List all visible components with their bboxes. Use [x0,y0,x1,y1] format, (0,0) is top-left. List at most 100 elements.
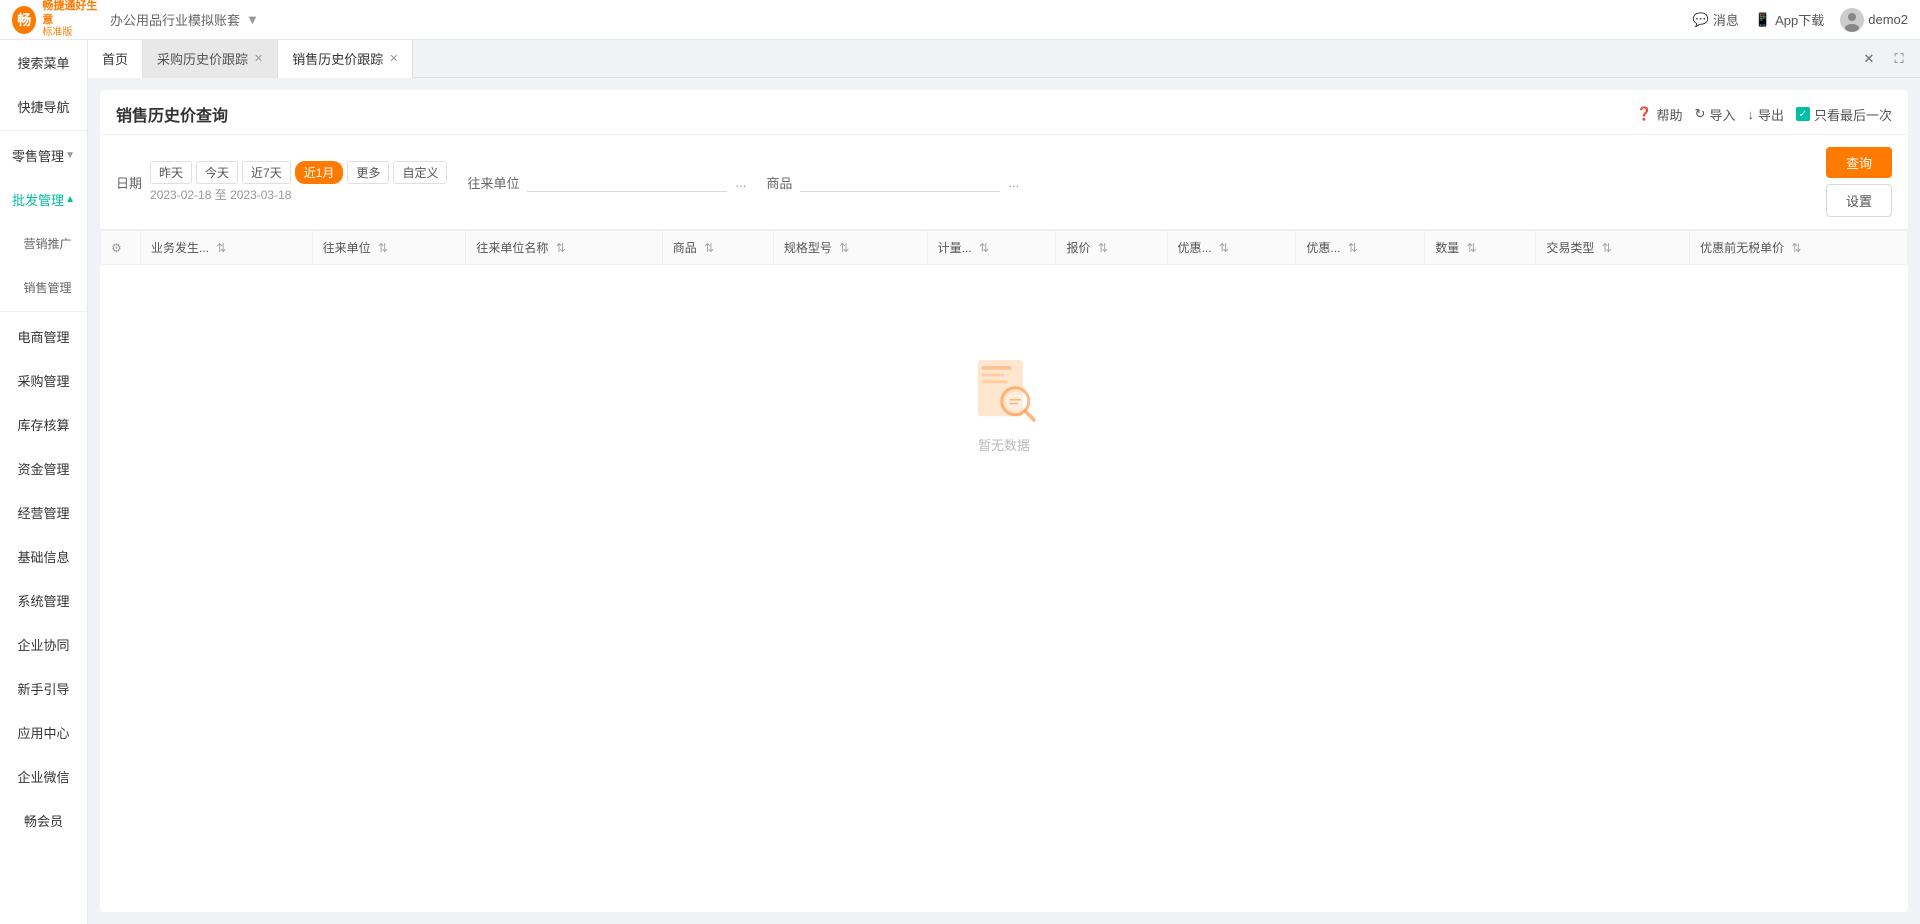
query-button[interactable]: 查询 [1826,147,1892,178]
th-discount1[interactable]: 优惠... ⇅ [1167,231,1296,265]
sidebar-item-finance-mgmt[interactable]: 资金管理 [0,446,87,490]
page-header: 销售历史价查询 ❓ 帮助 ↻ 导入 ↓ 导出 ✓ 只看最后一次 [100,90,1908,135]
top-bar: 畅 畅捷通好生意 标准版 办公用品行业模拟账套 ▼ 💬 消息 📱 App下载 d… [0,0,1920,40]
data-table: ⚙ 业务发生... ⇅ 往来单位 ⇅ 往来单位名称 ⇅ [100,230,1908,265]
product-input[interactable] [800,172,1000,192]
purchase-tab-label: 采购历史价跟踪 [157,49,248,68]
close-all-tabs-btn[interactable]: ✕ [1858,48,1880,70]
th-discount2[interactable]: 优惠... ⇅ [1296,231,1425,265]
sidebar-item-marketing[interactable]: 营销推广 [0,221,87,265]
th-partner-code[interactable]: 往来单位 ⇅ [312,231,466,265]
th-trade-type[interactable]: 交易类型 ⇅ [1536,231,1690,265]
fullscreen-btn[interactable]: ⛶ [1888,48,1910,70]
product-filter-group: 商品 ... [766,172,1019,192]
th-quote-label: 报价 [1066,241,1090,255]
date-btn-1month[interactable]: 近1月 [295,161,344,184]
th-partner-name-label: 往来单位名称 [476,241,548,255]
sidebar-item-member[interactable]: 畅会员 [0,798,87,842]
sidebar-item-ecommerce-mgmt[interactable]: 电商管理 [0,314,87,358]
sidebar-item-search-menu[interactable]: 搜索菜单 [0,40,87,84]
th-product-label: 商品 [673,241,697,255]
th-pre-tax-price-label: 优惠前无税单价 [1700,241,1784,255]
sales-tab-label: 销售历史价跟踪 [292,49,383,68]
th-spec[interactable]: 规格型号 ⇅ [773,231,927,265]
th-quote[interactable]: 报价 ⇅ [1056,231,1167,265]
filter-action-btns: 查询 设置 [1826,147,1892,217]
tab-sales-history[interactable]: 销售历史价跟踪 ✕ [278,40,413,78]
gear-icon[interactable]: ⚙ [111,241,122,255]
sidebar-item-basic-info[interactable]: 基础信息 [0,534,87,578]
tab-bar: 首页 采购历史价跟踪 ✕ 销售历史价跟踪 ✕ ✕ ⛶ [88,40,1920,78]
setting-button[interactable]: 设置 [1826,184,1892,217]
sidebar-item-enterprise-collab[interactable]: 企业协同 [0,622,87,666]
sidebar-item-retail-mgmt[interactable]: 零售管理 ▼ [0,133,87,177]
only-last-checkbox[interactable]: ✓ 只看最后一次 [1796,105,1892,124]
sidebar-item-wholesale-mgmt[interactable]: 批发管理 ▲ [0,177,87,221]
sidebar-item-app-center[interactable]: 应用中心 [0,710,87,754]
source-unit-input[interactable] [527,172,727,192]
sidebar-item-system-mgmt[interactable]: 系统管理 [0,578,87,622]
sidebar-item-enterprise-wechat[interactable]: 企业微信 [0,754,87,798]
export-icon: ↓ [1747,107,1754,122]
divider-1 [0,130,87,131]
th-quantity[interactable]: 数量 ⇅ [1425,231,1536,265]
date-btn-custom[interactable]: 自定义 [393,161,447,184]
date-label: 日期 [116,173,142,192]
sidebar-item-inventory[interactable]: 库存核算 [0,402,87,446]
tab-home[interactable]: 首页 [88,40,143,78]
tab-purchase-history[interactable]: 采购历史价跟踪 ✕ [143,40,278,78]
divider-2 [0,311,87,312]
th-pre-tax-price[interactable]: 优惠前无税单价 ⇅ [1690,231,1908,265]
table-container: ⚙ 业务发生... ⇅ 往来单位 ⇅ 往来单位名称 ⇅ [100,230,1908,514]
source-unit-picker-btn[interactable]: ... [735,175,746,190]
help-icon: ❓ [1636,106,1652,122]
sort-icon-discount1: ⇅ [1219,241,1229,255]
th-biz-date-label: 业务发生... [151,241,209,255]
sales-tab-close[interactable]: ✕ [389,52,398,65]
th-unit[interactable]: 计量... ⇅ [927,231,1056,265]
import-btn[interactable]: ↻ 导入 [1695,105,1736,124]
sort-icon-pre-tax-price: ⇅ [1791,241,1801,255]
export-btn[interactable]: ↓ 导出 [1747,105,1784,124]
sidebar: 搜索菜单 快捷导航 零售管理 ▼ 批发管理 ▲ 营销推广 销售管理 电商管理 采… [0,40,88,924]
th-unit-label: 计量... [938,241,972,255]
date-btn-today[interactable]: 今天 [196,161,238,184]
sidebar-item-operations-mgmt[interactable]: 经营管理 [0,490,87,534]
sort-icon-partner-name: ⇅ [556,241,566,255]
app-icon: 📱 [1755,12,1771,28]
app-download-btn[interactable]: 📱 App下载 [1755,10,1824,29]
message-btn[interactable]: 💬 消息 [1693,10,1739,29]
page-title: 销售历史价查询 [116,102,228,126]
main-content: 销售历史价查询 ❓ 帮助 ↻ 导入 ↓ 导出 ✓ 只看最后一次 [88,78,1920,924]
date-btn-7days[interactable]: 近7天 [242,161,291,184]
sort-icon-product: ⇅ [704,241,714,255]
sort-icon-biz-date: ⇅ [216,241,226,255]
date-buttons: 昨天 今天 近7天 近1月 更多 自定义 [150,161,447,184]
th-product[interactable]: 商品 ⇅ [662,231,773,265]
help-btn[interactable]: ❓ 帮助 [1636,105,1682,124]
source-unit-filter-group: 往来单位 ... [467,172,746,192]
th-discount2-label: 优惠... [1306,241,1340,255]
date-btn-yesterday[interactable]: 昨天 [150,161,192,184]
table-header: ⚙ 业务发生... ⇅ 往来单位 ⇅ 往来单位名称 ⇅ [101,231,1908,265]
date-btn-more[interactable]: 更多 [347,161,389,184]
th-biz-date[interactable]: 业务发生... ⇅ [141,231,313,265]
chevron-up-icon: ▲ [65,194,75,205]
sort-icon-spec: ⇅ [839,241,849,255]
dropdown-icon[interactable]: ▼ [246,12,259,27]
sort-icon-unit: ⇅ [979,241,989,255]
date-filter-group: 日期 昨天 今天 近7天 近1月 更多 自定义 2023-02-18 至 202… [116,161,447,203]
th-partner-code-label: 往来单位 [323,241,371,255]
sidebar-item-purchase-mgmt[interactable]: 采购管理 [0,358,87,402]
sidebar-item-new-guide[interactable]: 新手引导 [0,666,87,710]
avatar-icon [1840,8,1864,32]
purchase-tab-close[interactable]: ✕ [254,52,263,65]
th-settings: ⚙ [101,231,141,265]
th-partner-name[interactable]: 往来单位名称 ⇅ [466,231,662,265]
logo-icon: 畅 [12,6,36,34]
product-picker-btn[interactable]: ... [1008,175,1019,190]
product-label: 商品 [766,173,792,192]
sidebar-item-sales-mgmt[interactable]: 销售管理 [0,265,87,309]
sidebar-item-quick-nav[interactable]: 快捷导航 [0,84,87,128]
user-avatar[interactable]: demo2 [1840,8,1908,32]
